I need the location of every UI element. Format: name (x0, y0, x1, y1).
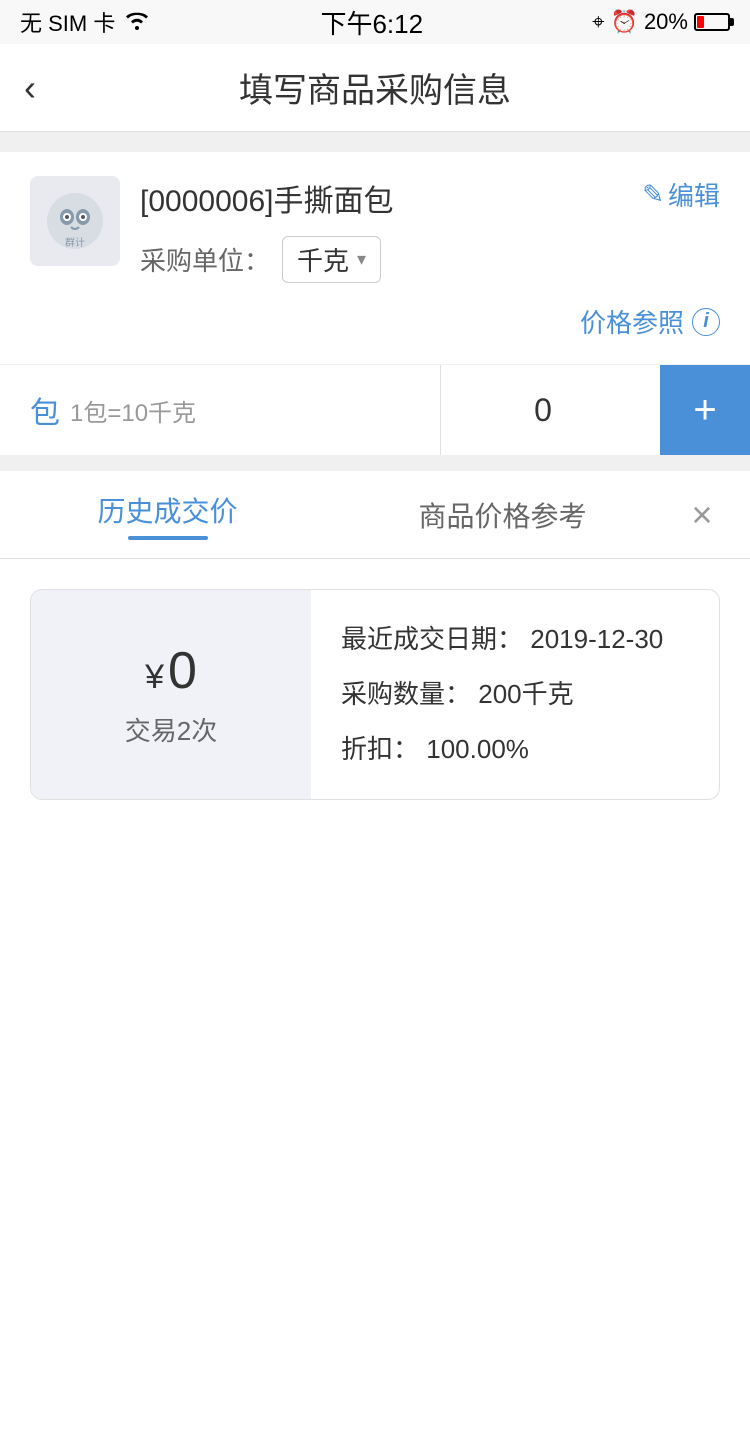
tab-history-price[interactable]: 历史成交价 (0, 471, 335, 558)
carrier-text: 无 SIM 卡 (20, 6, 115, 38)
product-thumbnail: 群计 (30, 176, 120, 266)
close-button[interactable]: × (670, 494, 750, 536)
status-right: ⌖ ⏰ 20% (592, 9, 730, 35)
purchase-quantity-label: 采购数量： (341, 679, 471, 709)
quantity-section: 包 1包=10千克 + (0, 365, 750, 455)
alarm-icon: ⏰ (611, 9, 638, 35)
product-info: 群计 [0000006]手撕面包 采购单位： 千克 ▾ (30, 176, 642, 283)
status-bar: 无 SIM 卡 下午6:12 ⌖ ⏰ 20% (0, 0, 750, 44)
svg-text:群计: 群计 (65, 236, 85, 249)
back-button[interactable]: ‹ (24, 67, 36, 109)
price-amount: 0 (168, 641, 197, 701)
discount-row: 折扣： 100.00% (341, 730, 689, 769)
unit-value: 千克 (297, 241, 349, 278)
price-details: 最近成交日期： 2019-12-30 采购数量： 200千克 折扣： 100.0… (311, 590, 719, 799)
recent-date-label: 最近成交日期： (341, 624, 523, 654)
tab-bar: 历史成交价 商品价格参考 × (0, 471, 750, 559)
status-time: 下午6:12 (320, 4, 423, 41)
discount-label: 折扣： (341, 734, 419, 764)
quantity-input[interactable] (440, 365, 660, 455)
page-title: 填写商品采购信息 (239, 63, 511, 112)
status-left: 无 SIM 卡 (20, 6, 151, 38)
discount-value: 100.00% (426, 734, 529, 764)
purchase-unit-row: 采购单位： 千克 ▾ (140, 236, 642, 283)
price-ref-row: 价格参照 i (30, 303, 720, 340)
battery-icon (694, 13, 730, 31)
price-value: ¥ 0 (145, 641, 197, 701)
unit-conversion: 1包=10千克 (70, 393, 196, 428)
purchase-quantity-row: 采购数量： 200千克 (341, 675, 689, 714)
battery-fill (697, 16, 705, 28)
tab-history-label: 历史成交价 (97, 490, 237, 530)
section-divider (0, 455, 750, 471)
chevron-down-icon: ▾ (357, 249, 366, 270)
recent-date-row: 最近成交日期： 2019-12-30 (341, 620, 689, 659)
tab-price-reference[interactable]: 商品价格参考 (335, 471, 670, 558)
purchase-quantity-value: 200千克 (478, 679, 573, 709)
bottom-area (0, 830, 750, 1430)
quantity-plus-button[interactable]: + (660, 365, 750, 455)
recent-date-value: 2019-12-30 (530, 624, 663, 654)
price-card: ¥ 0 交易2次 最近成交日期： 2019-12-30 采购数量： 200千克 … (30, 589, 720, 800)
price-ref-button[interactable]: 价格参照 i (580, 303, 720, 340)
transaction-count: 交易2次 (125, 711, 217, 748)
battery-percent: 20% (644, 9, 688, 35)
info-icon[interactable]: i (692, 308, 720, 336)
purchase-unit-label: 采购单位： (140, 241, 270, 278)
price-summary: ¥ 0 交易2次 (31, 590, 311, 799)
price-ref-label: 价格参照 (580, 303, 684, 340)
product-card: 群计 [0000006]手撕面包 采购单位： 千克 ▾ ✎ 编辑 价格参照 (0, 152, 750, 364)
edit-button[interactable]: ✎ 编辑 (642, 176, 720, 213)
quantity-row: 包 1包=10千克 + (0, 365, 750, 455)
unit-selector[interactable]: 千克 ▾ (282, 236, 381, 283)
product-logo-icon: 群计 (45, 191, 105, 251)
tab-reference-label: 商品价格参考 (418, 495, 586, 535)
price-currency: ¥ (145, 658, 164, 697)
nav-bar: ‹ 填写商品采购信息 (0, 44, 750, 132)
location-icon: ⌖ (592, 9, 604, 35)
price-card-area: ¥ 0 交易2次 最近成交日期： 2019-12-30 采购数量： 200千克 … (0, 559, 750, 830)
tab-active-indicator (128, 536, 208, 540)
edit-label: 编辑 (668, 176, 720, 213)
edit-icon: ✎ (642, 179, 664, 210)
product-name: [0000006]手撕面包 (140, 176, 642, 220)
unit-badge: 包 (30, 388, 60, 432)
product-details: [0000006]手撕面包 采购单位： 千克 ▾ (140, 176, 642, 283)
product-header: 群计 [0000006]手撕面包 采购单位： 千克 ▾ ✎ 编辑 (30, 176, 720, 283)
wifi-icon (123, 8, 151, 36)
quantity-label-area: 包 1包=10千克 (0, 388, 440, 432)
